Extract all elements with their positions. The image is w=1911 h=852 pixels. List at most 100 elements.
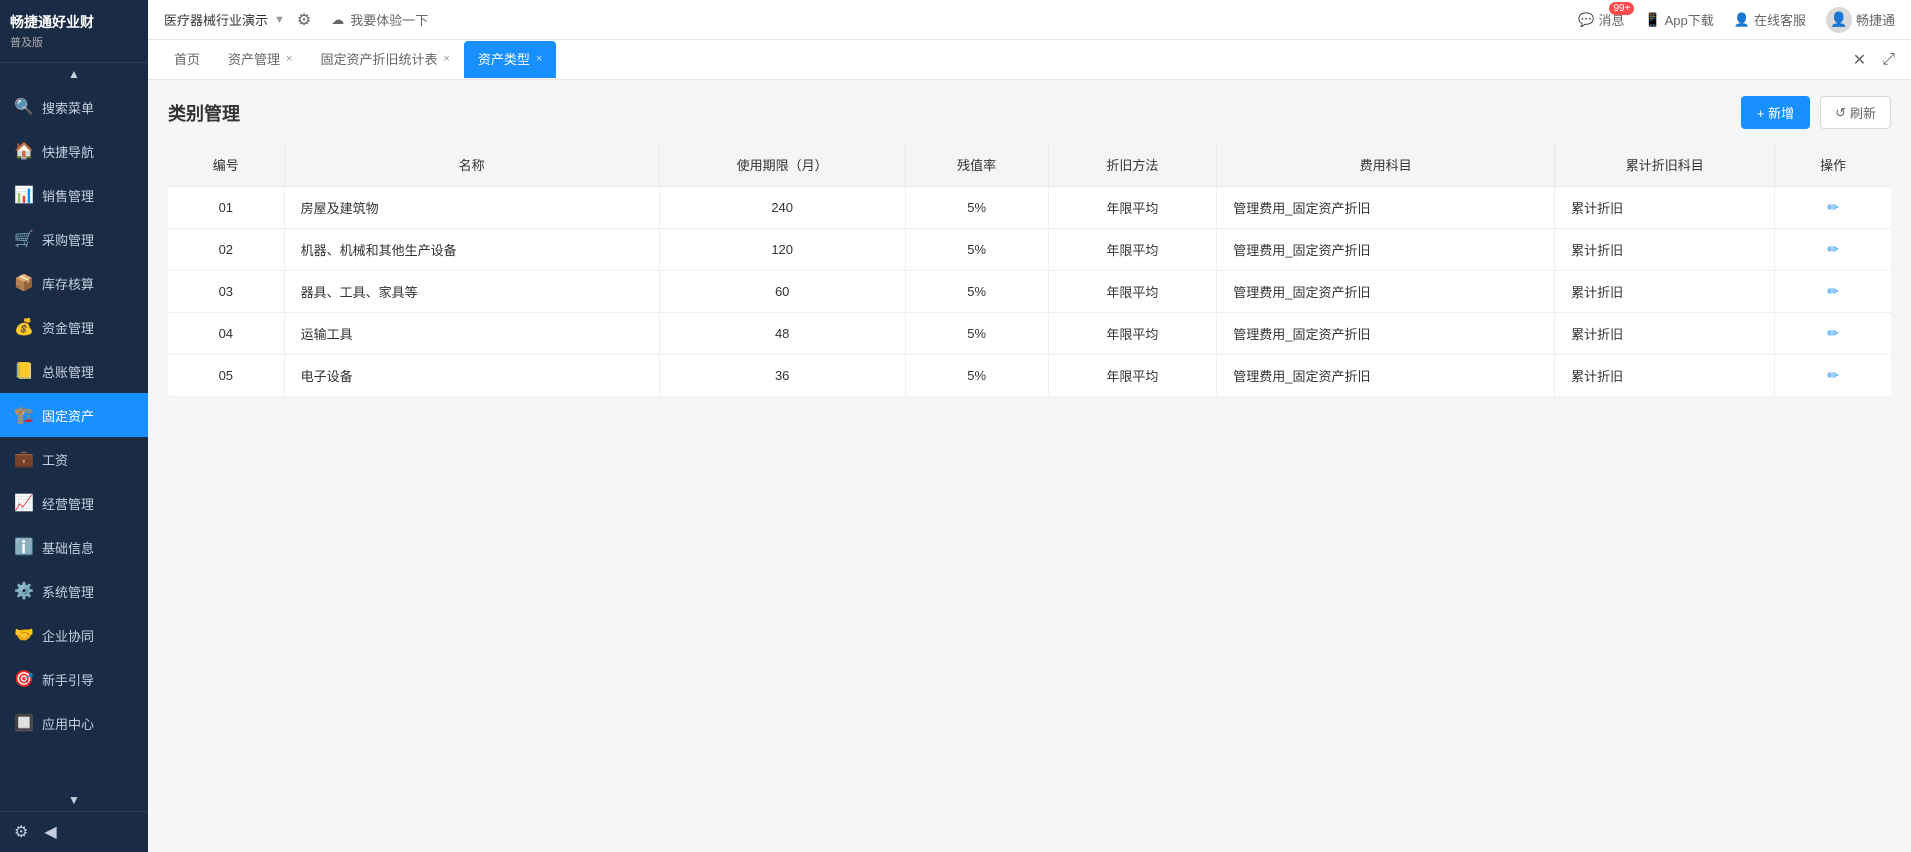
tabs-bar: 首页 资产管理 × 固定资产折旧统计表 × 资产类型 × ✕ ⤢ xyxy=(148,40,1911,80)
cell-period-1: 120 xyxy=(659,229,905,271)
sidebar-nav: 🔍 搜索菜单 🏠 快捷导航 📊 销售管理 🛒采购管理 📦 库存核算 💰资金管理📒总账管理🏗️固定资… xyxy=(0,85,148,789)
cloud-icon: ☁ xyxy=(331,12,344,28)
scroll-down-btn[interactable]: ▼ xyxy=(0,789,148,811)
cell-method-3: 年限平均 xyxy=(1048,313,1217,355)
company-selector[interactable]: 医疗器械行业演示 ▼ xyxy=(164,10,285,29)
cell-accumulated-3[interactable]: 累计折旧 xyxy=(1555,313,1775,355)
sidebar-label-sales: 销售管理 xyxy=(42,186,94,205)
cell-expense-1: 管理费用_固定资产折旧 xyxy=(1217,229,1555,271)
edit-btn-3[interactable]: ✏ xyxy=(1827,325,1839,341)
app-download-btn[interactable]: 📱 App下载 xyxy=(1644,10,1713,29)
topbar-gear-icon[interactable]: ⚙ xyxy=(297,10,311,30)
settings-icon[interactable]: ⚙ xyxy=(14,822,28,842)
logo-subtitle: 普及版 xyxy=(10,34,138,50)
table-row: 05 电子设备 36 5% 年限平均 管理费用_固定资产折旧 累计折旧 ✏ xyxy=(168,355,1891,397)
quick-nav-icon: 🏠 xyxy=(14,141,34,161)
tab-asset-type-close[interactable]: × xyxy=(536,53,542,65)
search-icon: 🔍 xyxy=(14,97,34,117)
table-body: 01 房屋及建筑物 240 5% 年限平均 管理费用_固定资产折旧 累计折旧 ✏… xyxy=(168,187,1891,397)
sidebar-label-quick-nav: 快捷导航 xyxy=(42,142,94,161)
cell-name-0: 房屋及建筑物 xyxy=(284,187,659,229)
cell-expense-4: 管理费用_固定资产折旧 xyxy=(1217,355,1555,397)
user-btn[interactable]: 👤 畅捷通 xyxy=(1826,7,1895,33)
experience-btn[interactable]: ☁ 我要体验一下 xyxy=(331,10,428,29)
sales-icon: 📊 xyxy=(14,185,34,205)
sidebar-item-capital[interactable]: 💰资金管理 xyxy=(0,305,148,349)
service-label: 在线客服 xyxy=(1754,10,1806,29)
sidebar-item-quick-nav[interactable]: 🏠 快捷导航 xyxy=(0,129,148,173)
tab-asset-type-label: 资产类型 xyxy=(478,49,530,68)
edit-btn-4[interactable]: ✏ xyxy=(1827,367,1839,383)
table-row: 04 运输工具 48 5% 年限平均 管理费用_固定资产折旧 累计折旧 ✏ xyxy=(168,313,1891,355)
refresh-button[interactable]: ↺ 刷新 xyxy=(1820,96,1891,129)
sidebar-item-inventory[interactable]: 📦 库存核算 xyxy=(0,261,148,305)
cell-name-3: 运输工具 xyxy=(284,313,659,355)
cell-accumulated-1[interactable]: 累计折旧 xyxy=(1555,229,1775,271)
inventory-icon: 📦 xyxy=(14,273,34,293)
window-close-btn[interactable]: ✕ xyxy=(1849,46,1870,74)
tab-asset-mgmt-close[interactable]: × xyxy=(286,53,292,65)
edit-btn-1[interactable]: ✏ xyxy=(1827,241,1839,257)
sidebar-item-fixed-assets[interactable]: 🏗️固定资产 xyxy=(0,393,148,437)
guide-icon: 🎯 xyxy=(14,669,34,689)
sidebar-label-fixed-assets: 固定资产 xyxy=(42,406,94,425)
sidebar-item-app-center[interactable]: 🔲应用中心 xyxy=(0,701,148,745)
scroll-down-icon[interactable]: ▼ xyxy=(4,793,144,807)
sidebar-item-purchase[interactable]: 🛒采购管理 xyxy=(0,217,148,261)
cell-action-2: ✏ xyxy=(1775,271,1891,313)
edit-btn-2[interactable]: ✏ xyxy=(1827,283,1839,299)
tab-depreciation-report[interactable]: 固定资产折旧统计表 × xyxy=(306,41,463,78)
tab-asset-type[interactable]: 资产类型 × xyxy=(464,41,556,78)
sidebar-item-payroll[interactable]: 💼 工资 xyxy=(0,437,148,481)
message-btn[interactable]: 💬 消息 99+ xyxy=(1578,10,1624,29)
cell-method-4: 年限平均 xyxy=(1048,355,1217,397)
cell-residual-1: 5% xyxy=(905,229,1048,271)
sidebar-item-operations[interactable]: 📈经营管理 xyxy=(0,481,148,525)
tab-asset-mgmt[interactable]: 资产管理 × xyxy=(214,41,306,78)
refresh-label: 刷新 xyxy=(1850,103,1876,122)
scroll-up-icon[interactable]: ▲ xyxy=(4,67,144,81)
sidebar-item-sales[interactable]: 📊 销售管理 xyxy=(0,173,148,217)
sidebar-item-search[interactable]: 🔍 搜索菜单 xyxy=(0,85,148,129)
scroll-up-btn[interactable]: ▲ xyxy=(0,63,148,85)
message-icon: 💬 xyxy=(1578,12,1594,28)
tab-depreciation-close[interactable]: × xyxy=(443,53,449,65)
cell-residual-2: 5% xyxy=(905,271,1048,313)
tab-home[interactable]: 首页 xyxy=(160,41,214,78)
cell-accumulated-4[interactable]: 累计折旧 xyxy=(1555,355,1775,397)
message-badge: 99+ xyxy=(1609,2,1634,15)
collapse-icon[interactable]: ◀ xyxy=(44,822,56,842)
new-button[interactable]: + 新增 xyxy=(1741,96,1810,129)
tab-home-label: 首页 xyxy=(174,49,200,68)
sidebar-label-base-info: 基础信息 xyxy=(42,538,94,557)
sidebar-label-search: 搜索菜单 xyxy=(42,98,94,117)
page-content: 类别管理 + 新增 ↺ 刷新 编号 名称 使用期限（月） 残值率 折旧方法 费用… xyxy=(148,80,1911,852)
sidebar-item-enterprise[interactable]: 🤝企业协同 xyxy=(0,613,148,657)
company-name: 医疗器械行业演示 xyxy=(164,10,268,29)
sidebar-item-system[interactable]: ⚙️系统管理 xyxy=(0,569,148,613)
sidebar-label-ledger: 总账管理 xyxy=(42,362,94,381)
cell-period-3: 48 xyxy=(659,313,905,355)
payroll-icon: 💼 xyxy=(14,449,34,469)
cell-residual-3: 5% xyxy=(905,313,1048,355)
sidebar-item-guide[interactable]: 🎯新手引导 xyxy=(0,657,148,701)
cell-accumulated-2[interactable]: 累计折旧 xyxy=(1555,271,1775,313)
sidebar-label-inventory: 库存核算 xyxy=(42,274,94,293)
sidebar-label-payroll: 工资 xyxy=(42,450,68,469)
cell-period-4: 36 xyxy=(659,355,905,397)
window-expand-btn[interactable]: ⤢ xyxy=(1878,47,1899,73)
logo-title: 畅捷通好业财 xyxy=(10,12,138,32)
sidebar-item-base-info[interactable]: ℹ️基础信息 xyxy=(0,525,148,569)
col-residual: 残值率 xyxy=(905,143,1048,187)
col-expense: 费用科目 xyxy=(1217,143,1555,187)
cell-accumulated-0[interactable]: 累计折旧 xyxy=(1555,187,1775,229)
tab-depreciation-label: 固定资产折旧统计表 xyxy=(320,49,437,68)
page-header: 类别管理 + 新增 ↺ 刷新 xyxy=(168,96,1891,129)
col-name: 名称 xyxy=(284,143,659,187)
sidebar-label-app-center: 应用中心 xyxy=(42,714,94,733)
online-service-btn[interactable]: 👤 在线客服 xyxy=(1734,10,1806,29)
edit-btn-0[interactable]: ✏ xyxy=(1827,199,1839,215)
sidebar-item-ledger[interactable]: 📒总账管理 xyxy=(0,349,148,393)
sidebar-label-capital: 资金管理 xyxy=(42,318,94,337)
cell-expense-0: 管理费用_固定资产折旧 xyxy=(1217,187,1555,229)
